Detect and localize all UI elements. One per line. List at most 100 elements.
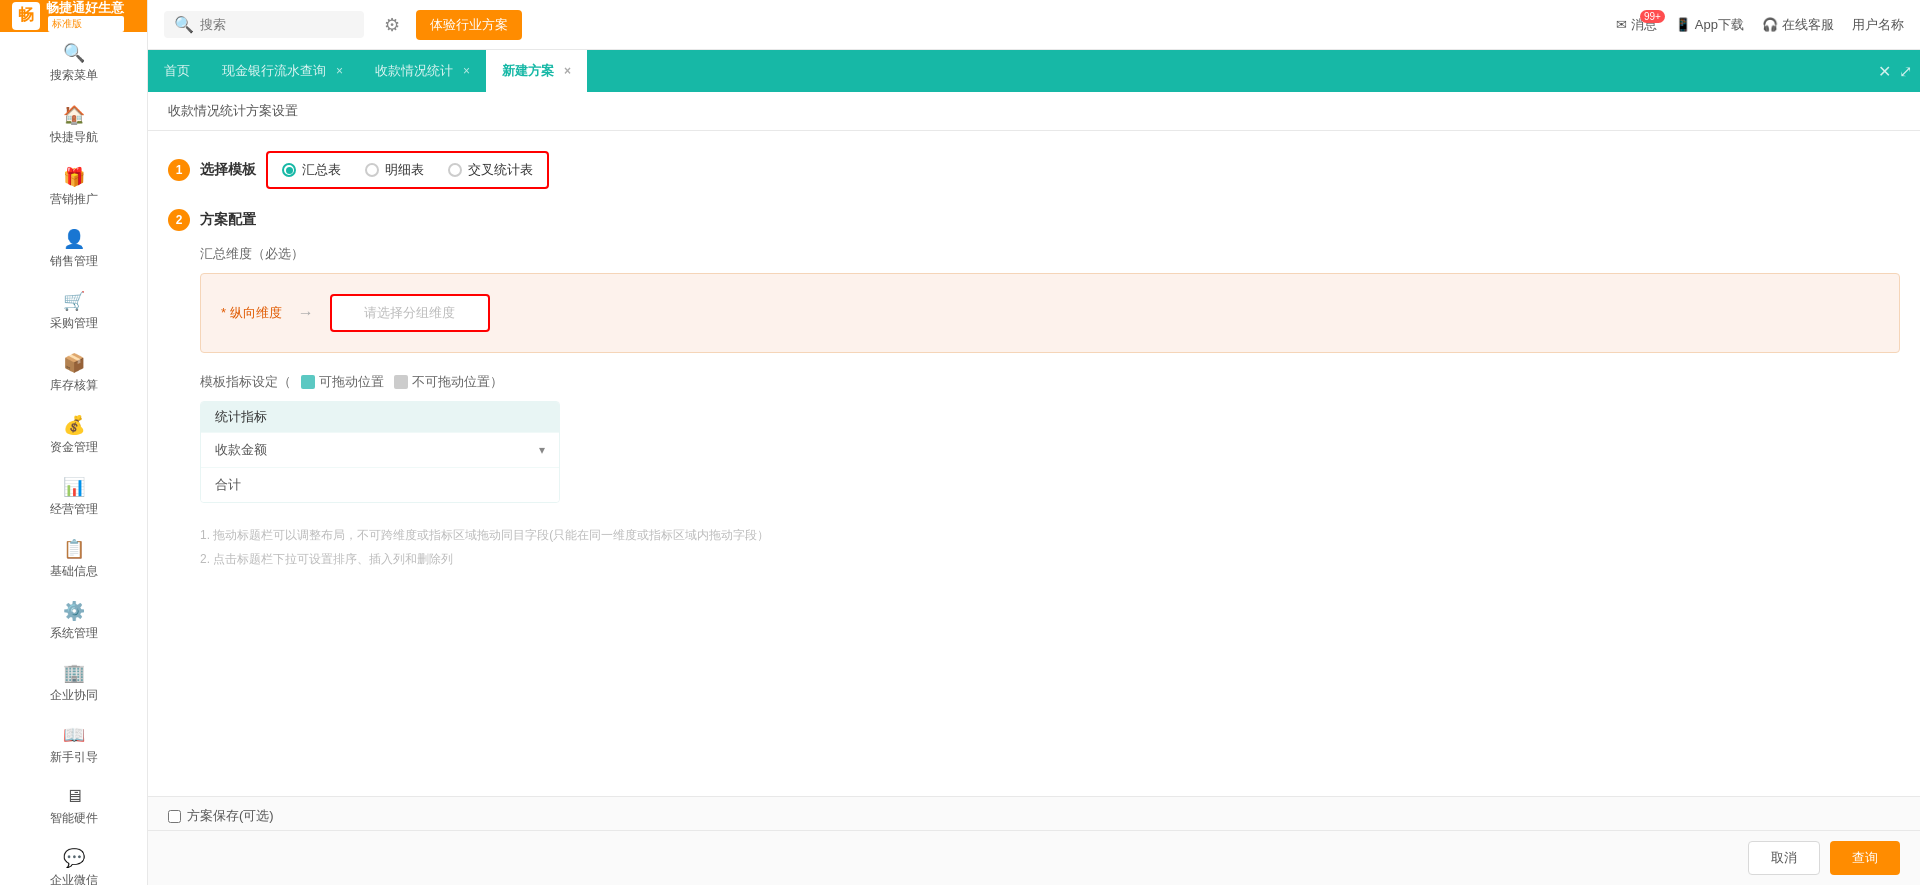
sidebar-item-system[interactable]: ⚙️ 系统管理 [0, 590, 147, 652]
tab-home[interactable]: 首页 [148, 50, 206, 92]
expand-icon[interactable]: ⤢ [1899, 62, 1912, 81]
gear-icon[interactable]: ⚙ [384, 14, 400, 36]
step1-section: 1 选择模板 汇总表 明细表 交叉统计表 [168, 151, 1900, 189]
trial-button[interactable]: 体验行业方案 [416, 10, 522, 40]
tab-bank[interactable]: 现金银行流水查询 × [206, 50, 359, 92]
guide-icon: 📖 [63, 724, 85, 746]
sidebar-item-label: 企业协同 [50, 687, 98, 704]
dimension-section-title: 汇总维度（必选） [200, 245, 1900, 263]
sidebar-item-guide[interactable]: 📖 新手引导 [0, 714, 147, 776]
radio-cross-circle [448, 163, 462, 177]
save-checkbox-input[interactable] [168, 810, 181, 823]
radio-detail-label: 明细表 [385, 161, 424, 179]
content-area: 收款情况统计方案设置 1 选择模板 汇总表 明细表 [148, 92, 1920, 885]
search-input[interactable] [200, 17, 340, 32]
tab-new-plan[interactable]: 新建方案 × [486, 50, 587, 92]
sidebar-item-label: 资金管理 [50, 439, 98, 456]
tab-stats[interactable]: 收款情况统计 × [359, 50, 486, 92]
sidebar-logo: 畅 畅捷通好生意 标准版 [0, 0, 147, 32]
footer-buttons: 取消 查询 [148, 830, 1920, 885]
sales-icon: 👤 [63, 228, 85, 250]
dimension-select[interactable]: 请选择分组维度 [330, 294, 490, 332]
non-draggable-label: 不可拖动位置） [412, 373, 503, 391]
tab-stats-close[interactable]: × [463, 65, 470, 77]
online-service-button[interactable]: 🎧 在线客服 [1762, 16, 1834, 34]
tip2: 2. 点击标题栏下拉可设置排序、插入列和删除列 [200, 547, 1900, 571]
radio-summary-label: 汇总表 [302, 161, 341, 179]
draggable-label: 可拖动位置 [319, 373, 384, 391]
sidebar-item-label: 营销推广 [50, 191, 98, 208]
close-window-icon[interactable]: ✕ [1878, 62, 1891, 81]
dimension-row-label: * 纵向维度 [221, 304, 282, 322]
tabbar: 首页 现金银行流水查询 × 收款情况统计 × 新建方案 × ✕ ⤢ [148, 50, 1920, 92]
draggable-box-icon [301, 375, 315, 389]
hardware-icon: 🖥 [65, 786, 83, 807]
quick-nav-icon: 🏠 [63, 104, 85, 126]
sidebar-item-sales[interactable]: 👤 销售管理 [0, 218, 147, 280]
search-menu-icon: 🔍 [63, 42, 85, 64]
tab-home-label: 首页 [164, 62, 190, 80]
sidebar-item-wechat[interactable]: 💬 企业微信 [0, 837, 147, 885]
metrics-row-0-dropdown[interactable]: ▾ [539, 443, 545, 457]
tips-section: 1. 拖动标题栏可以调整布局，不可跨维度或指标区域拖动同目字段(只能在同一维度或… [200, 523, 1900, 571]
sidebar-item-enterprise[interactable]: 🏢 企业协同 [0, 652, 147, 714]
sidebar: 畅 畅捷通好生意 标准版 🔍 搜索菜单 🏠 快捷导航 🎁 营销推广 👤 销售管理… [0, 0, 148, 885]
sidebar-item-hardware[interactable]: 🖥 智能硬件 [0, 776, 147, 837]
marketing-icon: 🎁 [63, 166, 85, 188]
sidebar-item-label: 企业微信 [50, 872, 98, 885]
sidebar-item-inventory[interactable]: 📦 库存核算 [0, 342, 147, 404]
message-badge: 99+ [1640, 10, 1665, 23]
topbar-search-box[interactable]: 🔍 [164, 11, 364, 38]
wechat-icon: 💬 [63, 847, 85, 869]
metrics-table-header: 统计指标 [201, 402, 559, 432]
metrics-row-0-label: 收款金额 [215, 441, 539, 459]
app-download-button[interactable]: 📱 App下载 [1675, 16, 1744, 34]
purchase-icon: 🛒 [63, 290, 85, 312]
step1-header: 1 选择模板 汇总表 明细表 交叉统计表 [168, 151, 1900, 189]
sidebar-item-purchase[interactable]: 🛒 采购管理 [0, 280, 147, 342]
enterprise-icon: 🏢 [63, 662, 85, 684]
radio-detail[interactable]: 明细表 [365, 161, 424, 179]
message-button[interactable]: ✉ 消息 99+ [1616, 16, 1657, 34]
sidebar-item-search-menu[interactable]: 🔍 搜索菜单 [0, 32, 147, 94]
step1-title: 选择模板 [200, 161, 256, 179]
operation-icon: 📊 [63, 476, 85, 498]
draggable-indicator: 可拖动位置 [301, 373, 384, 391]
save-checkbox-label[interactable]: 方案保存(可选) [168, 807, 274, 825]
radio-summary-circle [282, 163, 296, 177]
tip1: 1. 拖动标题栏可以调整布局，不可跨维度或指标区域拖动同目字段(只能在同一维度或… [200, 523, 1900, 547]
topbar-right: ✉ 消息 99+ 📱 App下载 🎧 在线客服 用户名称 [1616, 16, 1904, 34]
metrics-section: 模板指标设定（ 可拖动位置 不可拖动位置） [200, 373, 1900, 503]
topbar: 🔍 ⚙ 体验行业方案 ✉ 消息 99+ 📱 App下载 🎧 在线客服 用户名称 [148, 0, 1920, 50]
sidebar-item-basic[interactable]: 📋 基础信息 [0, 528, 147, 590]
sidebar-item-operation[interactable]: 📊 经营管理 [0, 466, 147, 528]
metrics-row-0: 收款金额 ▾ [201, 432, 559, 467]
tab-bank-label: 现金银行流水查询 [222, 62, 326, 80]
logo-text: 畅捷通好生意 [46, 0, 124, 16]
dimension-area: * 纵向维度 → 请选择分组维度 [200, 273, 1900, 353]
step2-title: 方案配置 [200, 211, 256, 229]
sidebar-item-capital[interactable]: 💰 资金管理 [0, 404, 147, 466]
metrics-row-1-label: 合计 [215, 476, 545, 494]
sidebar-item-label: 经营管理 [50, 501, 98, 518]
sidebar-item-label: 搜索菜单 [50, 67, 98, 84]
sidebar-item-marketing[interactable]: 🎁 营销推广 [0, 156, 147, 218]
sidebar-item-label: 系统管理 [50, 625, 98, 642]
message-icon: ✉ [1616, 17, 1627, 32]
tab-bank-close[interactable]: × [336, 65, 343, 77]
query-button[interactable]: 查询 [1830, 841, 1900, 875]
system-icon: ⚙️ [63, 600, 85, 622]
cancel-button[interactable]: 取消 [1748, 841, 1820, 875]
username-label: 用户名称 [1852, 16, 1904, 34]
step2-num: 2 [168, 209, 190, 231]
breadcrumb-text: 收款情况统计方案设置 [168, 103, 298, 118]
tab-new-plan-close[interactable]: × [564, 65, 571, 77]
sidebar-item-quick-nav[interactable]: 🏠 快捷导航 [0, 94, 147, 156]
radio-summary[interactable]: 汇总表 [282, 161, 341, 179]
metrics-table-header-label: 统计指标 [215, 409, 267, 424]
non-draggable-indicator: 不可拖动位置） [394, 373, 503, 391]
service-icon: 🎧 [1762, 17, 1778, 32]
radio-cross-label: 交叉统计表 [468, 161, 533, 179]
logo-icon: 畅 [12, 2, 40, 30]
radio-cross[interactable]: 交叉统计表 [448, 161, 533, 179]
